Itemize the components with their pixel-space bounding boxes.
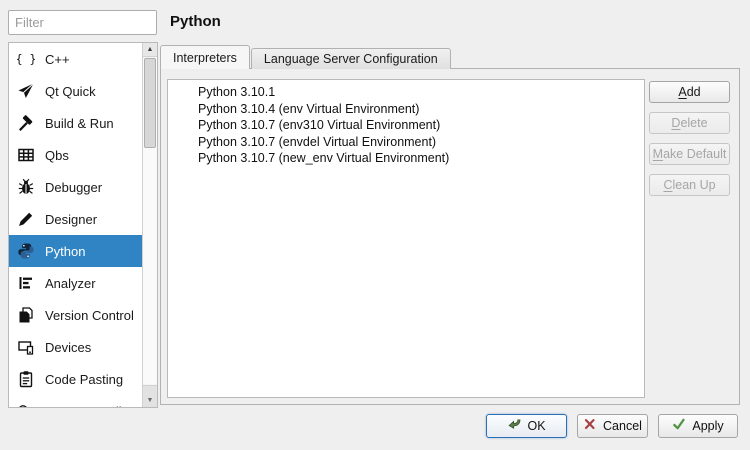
- clipboard-icon: [17, 370, 35, 388]
- pencil-icon: [17, 210, 35, 228]
- sidebar-item-label: Qbs: [45, 147, 69, 163]
- options-dialog: Python { } C++ Qt Quick Build & Run Qbs …: [0, 0, 750, 450]
- category-list: { } C++ Qt Quick Build & Run Qbs Debugge…: [8, 42, 158, 408]
- sidebar-scrollbar[interactable]: ▲ ▼: [142, 43, 157, 407]
- add-button[interactable]: Add: [649, 81, 730, 103]
- sidebar-item-label: Python: [45, 243, 86, 259]
- language-client-icon: [17, 402, 35, 407]
- interpreter-item[interactable]: Python 3.10.7 (env310 Virtual Environmen…: [198, 117, 644, 134]
- scrollbar-track[interactable]: [143, 58, 157, 384]
- sidebar-item-label: Devices: [45, 339, 92, 355]
- hammer-icon: [17, 114, 35, 132]
- sidebar-item-designer[interactable]: Designer: [9, 203, 142, 235]
- interpreter-item[interactable]: Python 3.10.4 (env Virtual Environment): [198, 101, 644, 118]
- apply-check-icon: [672, 417, 687, 435]
- scrollbar-thumb[interactable]: [144, 58, 156, 148]
- sidebar-item-label: Version Control: [45, 307, 134, 323]
- delete-button[interactable]: Delete: [649, 112, 730, 134]
- apply-button[interactable]: Apply: [658, 414, 738, 438]
- scroll-up-button[interactable]: ▲: [143, 43, 157, 57]
- scroll-down-button[interactable]: ▼: [143, 385, 157, 407]
- sidebar-item-label: Build & Run: [45, 115, 114, 131]
- interpreter-item[interactable]: Python 3.10.1: [198, 84, 644, 101]
- tab-panel: Python 3.10.1 Python 3.10.4 (env Virtual …: [160, 68, 740, 405]
- braces-icon: { }: [17, 50, 35, 68]
- dialog-buttons: OK Cancel Apply: [486, 414, 738, 438]
- interpreter-item[interactable]: Python 3.10.7 (envdel Virtual Environmen…: [198, 134, 644, 151]
- cancel-x-icon: [583, 417, 598, 435]
- sidebar-item-python[interactable]: Python: [9, 235, 142, 267]
- sidebar-item-qt-quick[interactable]: Qt Quick: [9, 75, 142, 107]
- sidebar-item-version-control[interactable]: Version Control: [9, 299, 142, 331]
- tab-bar: Interpreters Language Server Configuratio…: [160, 45, 452, 69]
- sidebar-item-cpp[interactable]: { } C++: [9, 43, 142, 75]
- dialog-button-label: OK: [527, 419, 546, 433]
- dialog-button-label: Apply: [692, 419, 724, 433]
- python-icon: [17, 242, 35, 260]
- cancel-button[interactable]: Cancel: [577, 414, 648, 438]
- interpreter-list[interactable]: Python 3.10.1 Python 3.10.4 (env Virtual …: [167, 79, 645, 398]
- tab-interpreters[interactable]: Interpreters: [160, 45, 250, 69]
- ok-button[interactable]: OK: [486, 414, 567, 438]
- svg-text:{ }: { }: [17, 52, 35, 66]
- grid-icon: [17, 146, 35, 164]
- sidebar-item-label: Designer: [45, 211, 98, 227]
- sidebar-item-label: Language Client: [45, 404, 140, 408]
- sidebar-item-language-client[interactable]: Language Client: [9, 395, 142, 407]
- ok-arrow-icon: [507, 417, 522, 435]
- sidebar-item-code-pasting[interactable]: Code Pasting: [9, 363, 142, 395]
- interpreter-actions: Add Delete Make Default Clean Up: [649, 81, 730, 196]
- sidebar-item-label: C++: [45, 51, 70, 67]
- sidebar-item-label: Code Pasting: [45, 371, 124, 387]
- triangle-down-icon: ▼: [146, 397, 154, 404]
- make-default-button[interactable]: Make Default: [649, 143, 730, 165]
- sidebar-item-qbs[interactable]: Qbs: [9, 139, 142, 171]
- sidebar-item-devices[interactable]: Devices: [9, 331, 142, 363]
- page-title: Python: [170, 13, 221, 30]
- interpreter-item[interactable]: Python 3.10.7 (new_env Virtual Environme…: [198, 150, 644, 167]
- analyzer-bars-icon: [17, 274, 35, 292]
- sidebar-item-label: Analyzer: [45, 275, 96, 291]
- sidebar-item-analyzer[interactable]: Analyzer: [9, 267, 142, 299]
- sidebar-item-build-and-run[interactable]: Build & Run: [9, 107, 142, 139]
- filter-input[interactable]: [8, 10, 157, 35]
- pages-icon: [17, 306, 35, 324]
- sidebar-item-label: Qt Quick: [45, 83, 96, 99]
- sidebar-item-label: Debugger: [45, 179, 103, 195]
- bug-icon: [17, 178, 35, 196]
- category-rows: { } C++ Qt Quick Build & Run Qbs Debugge…: [9, 43, 142, 407]
- dialog-button-label: Cancel: [603, 419, 642, 433]
- devices-icon: [17, 338, 35, 356]
- triangle-up-icon: ▲: [146, 46, 154, 53]
- clean-up-button[interactable]: Clean Up: [649, 174, 730, 196]
- paper-plane-icon: [17, 82, 35, 100]
- tab-language-server-configuration[interactable]: Language Server Configuration: [250, 48, 451, 69]
- sidebar-item-debugger[interactable]: Debugger: [9, 171, 142, 203]
